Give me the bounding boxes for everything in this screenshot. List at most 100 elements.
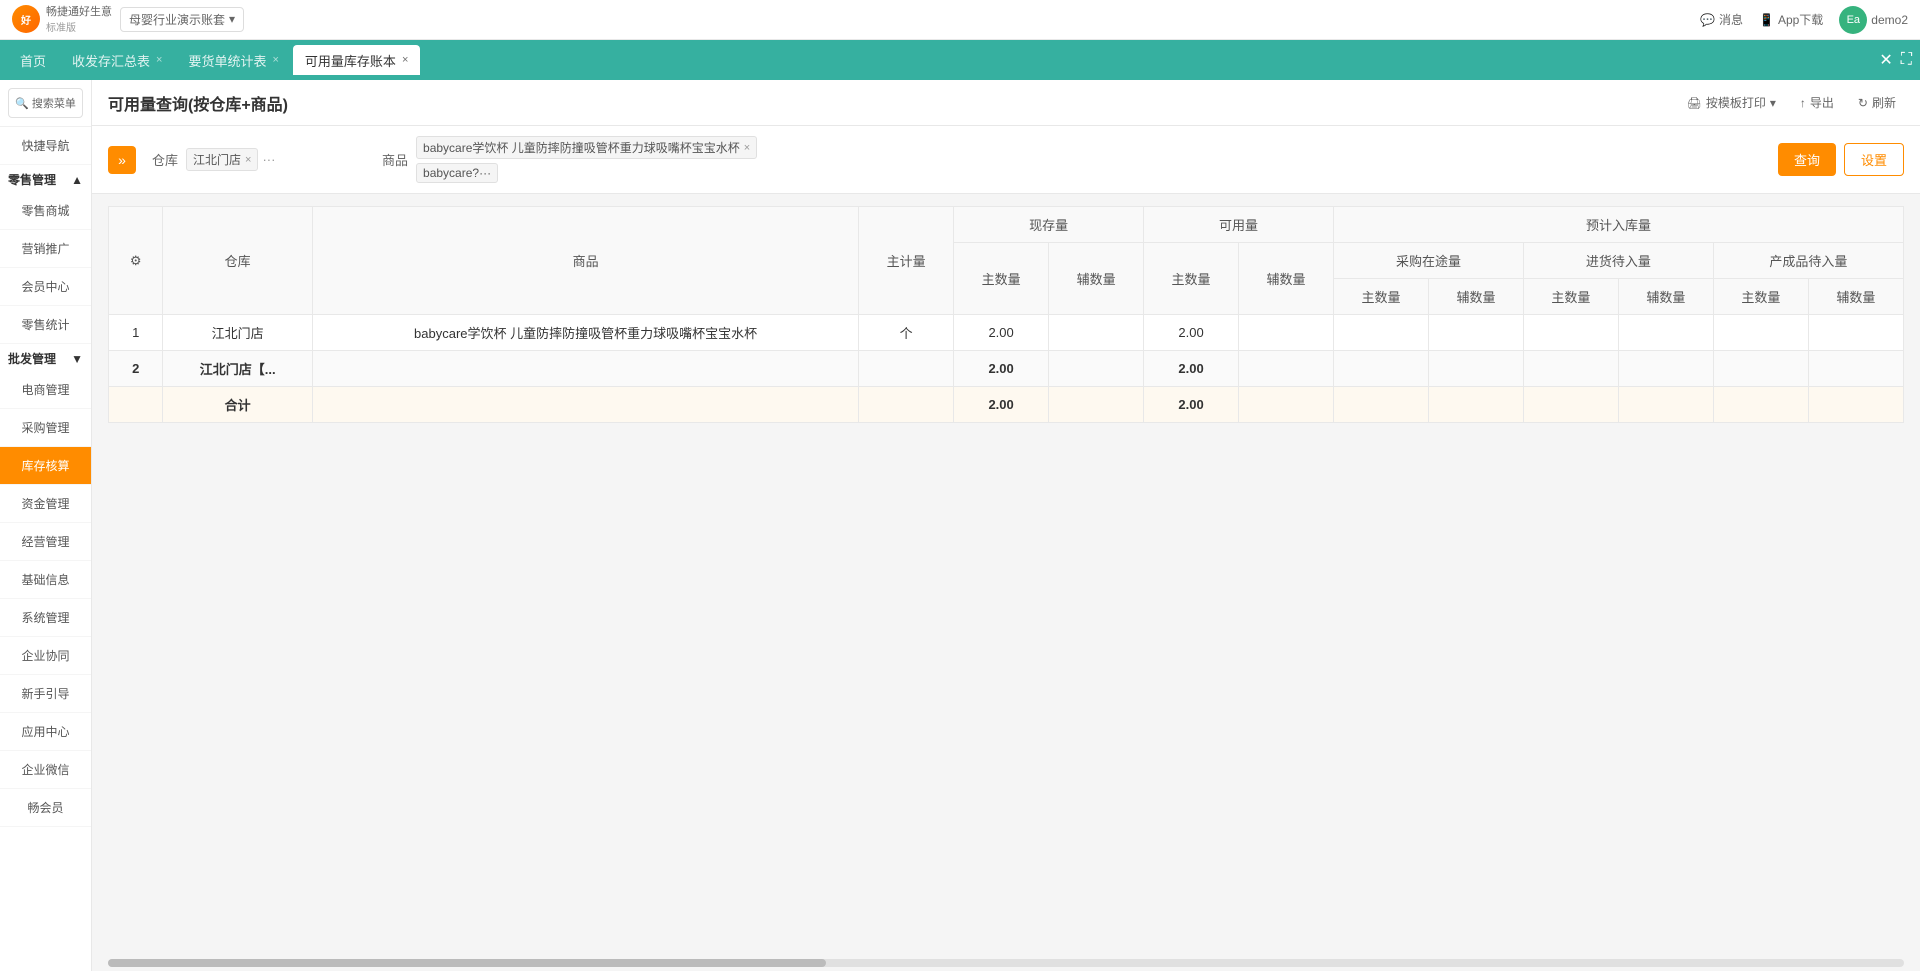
finance-label: 资金管理 [21, 495, 69, 512]
close-window-icon[interactable]: ✕ [1879, 50, 1892, 70]
table-scrollbar-area [92, 955, 1920, 971]
search-menu-button[interactable]: 🔍 搜索菜单 [8, 88, 83, 118]
logo-area: 好 畅捷通好生意 标准版 [12, 5, 112, 34]
tab-receive-summary[interactable]: 收发存汇总表 × [60, 45, 174, 75]
sidebar-item-enterprise[interactable]: 企业协同 [0, 637, 91, 675]
subtotal-product [313, 351, 859, 387]
sidebar-item-finance[interactable]: 资金管理 [0, 485, 91, 523]
data-table: ⚙ 仓库 商品 主计量 现存量 可用量 预计入库量 主数量 辅数量 主数量 辅数… [108, 206, 1904, 423]
top-bar-right: 💬 消息 📱 App下载 Ea demo2 [1700, 6, 1908, 34]
app-download-action[interactable]: 📱 App下载 [1759, 11, 1823, 28]
warehouse-tag[interactable]: 江北门店 × [186, 148, 258, 171]
settings-gear-icon[interactable]: ⚙ [130, 253, 142, 268]
sidebar-item-retail-stats[interactable]: 零售统计 [0, 306, 91, 344]
sidebar-item-system[interactable]: 系统管理 [0, 599, 91, 637]
filter-bar: » 仓库 江北门店 × ··· 商品 babycare学饮杯 儿童防摔防撞吸管杯… [92, 126, 1920, 194]
sidebar-section-retail[interactable]: 零售管理 ▲ [0, 165, 91, 192]
close-tab3-icon[interactable]: × [402, 54, 408, 66]
tutorial-label: 新手引导 [21, 685, 69, 702]
sidebar: 🔍 搜索菜单 快捷导航 零售管理 ▲ 零售商城 营销推广 会员中心 零售统计 批… [0, 80, 92, 971]
retail-mall-label: 零售商城 [21, 202, 69, 219]
logo-text-block: 畅捷通好生意 标准版 [46, 5, 112, 34]
wholesale-label: 批发管理 [8, 350, 56, 367]
export-button[interactable]: ↑ 导出 [1792, 90, 1842, 115]
sidebar-section-wholesale[interactable]: 批发管理 ▼ [0, 344, 91, 371]
product-tag-2-value: babycare?··· [423, 166, 491, 180]
remove-product-tag1-icon[interactable]: × [744, 142, 750, 154]
tab-order-stats[interactable]: 要货单统计表 × [176, 45, 290, 75]
maximize-icon[interactable]: ⛶ [1901, 51, 1912, 69]
th-purchase-main: 主数量 [1334, 279, 1429, 315]
refresh-label: 刷新 [1872, 94, 1896, 111]
subtotal-incoming-aux [1618, 351, 1713, 387]
tab-home[interactable]: 首页 [8, 45, 58, 75]
row-production-aux [1808, 315, 1903, 351]
logo-sub: 标准版 [46, 19, 112, 34]
refresh-button[interactable]: ↻ 刷新 [1850, 90, 1904, 115]
warehouse-tag-container: 江北门店 × ··· [186, 148, 366, 171]
message-action[interactable]: 💬 消息 [1700, 11, 1743, 28]
th-incoming-aux: 辅数量 [1618, 279, 1713, 315]
row-purchase-main [1334, 315, 1429, 351]
close-tab1-icon[interactable]: × [156, 54, 162, 66]
product-tag-1[interactable]: babycare学饮杯 儿童防摔防撞吸管杯重力球吸嘴杯宝宝水杯 × [416, 136, 757, 159]
purchasing-label: 采购管理 [21, 419, 69, 436]
tab-order-label: 要货单统计表 [188, 51, 266, 70]
expand-icon: » [118, 152, 126, 168]
logo-icon: 好 [12, 5, 40, 33]
subtotal-row: 2 江北门店【... 2.00 2.00 [109, 351, 1904, 387]
print-button[interactable]: 🖨 按模板打印 ▾ [1679, 90, 1784, 115]
sidebar-item-vip[interactable]: 畅会员 [0, 789, 91, 827]
sidebar-item-marketing[interactable]: 营销推广 [0, 230, 91, 268]
message-label: 消息 [1719, 11, 1743, 28]
sidebar-item-operations[interactable]: 经营管理 [0, 523, 91, 561]
sidebar-item-wechat[interactable]: 企业微信 [0, 751, 91, 789]
warehouse-filter-group: 仓库 江北门店 × ··· [152, 148, 366, 171]
th-current-main: 主数量 [954, 243, 1049, 315]
tab-available-stock[interactable]: 可用量库存账本 × [293, 45, 420, 75]
sidebar-item-ecommerce[interactable]: 电商管理 [0, 371, 91, 409]
product-tag-2[interactable]: babycare?··· [416, 163, 498, 183]
product-tag-container: babycare学饮杯 儿童防摔防撞吸管杯重力球吸嘴杯宝宝水杯 × babyca… [416, 136, 816, 183]
print-icon: 🖨 [1687, 96, 1702, 110]
summary-incoming-aux [1618, 387, 1713, 423]
settings-button[interactable]: 设置 [1844, 143, 1904, 176]
horizontal-scrollbar[interactable] [108, 959, 1904, 967]
sidebar-item-basic-info[interactable]: 基础信息 [0, 561, 91, 599]
message-icon: 💬 [1700, 13, 1715, 27]
th-purchase-aux: 辅数量 [1428, 279, 1523, 315]
inventory-label: 库存核算 [21, 457, 69, 474]
remove-warehouse-tag-icon[interactable]: × [245, 154, 251, 166]
subtotal-production-aux [1808, 351, 1903, 387]
industry-label: 母婴行业演示账套 [129, 11, 225, 28]
sidebar-item-tutorial[interactable]: 新手引导 [0, 675, 91, 713]
close-tab2-icon[interactable]: × [272, 54, 278, 66]
th-settings-icon[interactable]: ⚙ [109, 207, 163, 315]
th-production-aux: 辅数量 [1808, 279, 1903, 315]
user-area[interactable]: Ea demo2 [1839, 6, 1908, 34]
warehouse-dots[interactable]: ··· [262, 152, 275, 167]
industry-selector[interactable]: 母婴行业演示账套 ▾ [120, 7, 244, 32]
sidebar-item-purchasing[interactable]: 采购管理 [0, 409, 91, 447]
filter-actions: 查询 设置 [1778, 143, 1904, 176]
sidebar-item-quick-nav[interactable]: 快捷导航 [0, 127, 91, 165]
th-purchase-transit-group: 采购在途量 [1334, 243, 1524, 279]
summary-incoming-main [1523, 387, 1618, 423]
sidebar-item-retail-mall[interactable]: 零售商城 [0, 192, 91, 230]
product-tag-1-value: babycare学饮杯 儿童防摔防撞吸管杯重力球吸嘴杯宝宝水杯 [423, 139, 740, 156]
sidebar-item-app-center[interactable]: 应用中心 [0, 713, 91, 751]
filter-expand-button[interactable]: » [108, 146, 136, 174]
scrollbar-thumb[interactable] [108, 959, 826, 967]
subtotal-available-aux [1239, 351, 1334, 387]
operations-label: 经营管理 [21, 533, 69, 550]
th-current-aux: 辅数量 [1049, 243, 1144, 315]
nav-tabs-right: ✕ ⛶ [1879, 50, 1912, 70]
row-index: 1 [109, 315, 163, 351]
subtotal-current-main: 2.00 [954, 351, 1049, 387]
subtotal-current-aux [1049, 351, 1144, 387]
subtotal-incoming-main [1523, 351, 1618, 387]
sidebar-item-inventory[interactable]: 库存核算 [0, 447, 91, 485]
wholesale-arrow-icon: ▼ [71, 352, 83, 366]
query-button[interactable]: 查询 [1778, 143, 1836, 176]
sidebar-item-members[interactable]: 会员中心 [0, 268, 91, 306]
